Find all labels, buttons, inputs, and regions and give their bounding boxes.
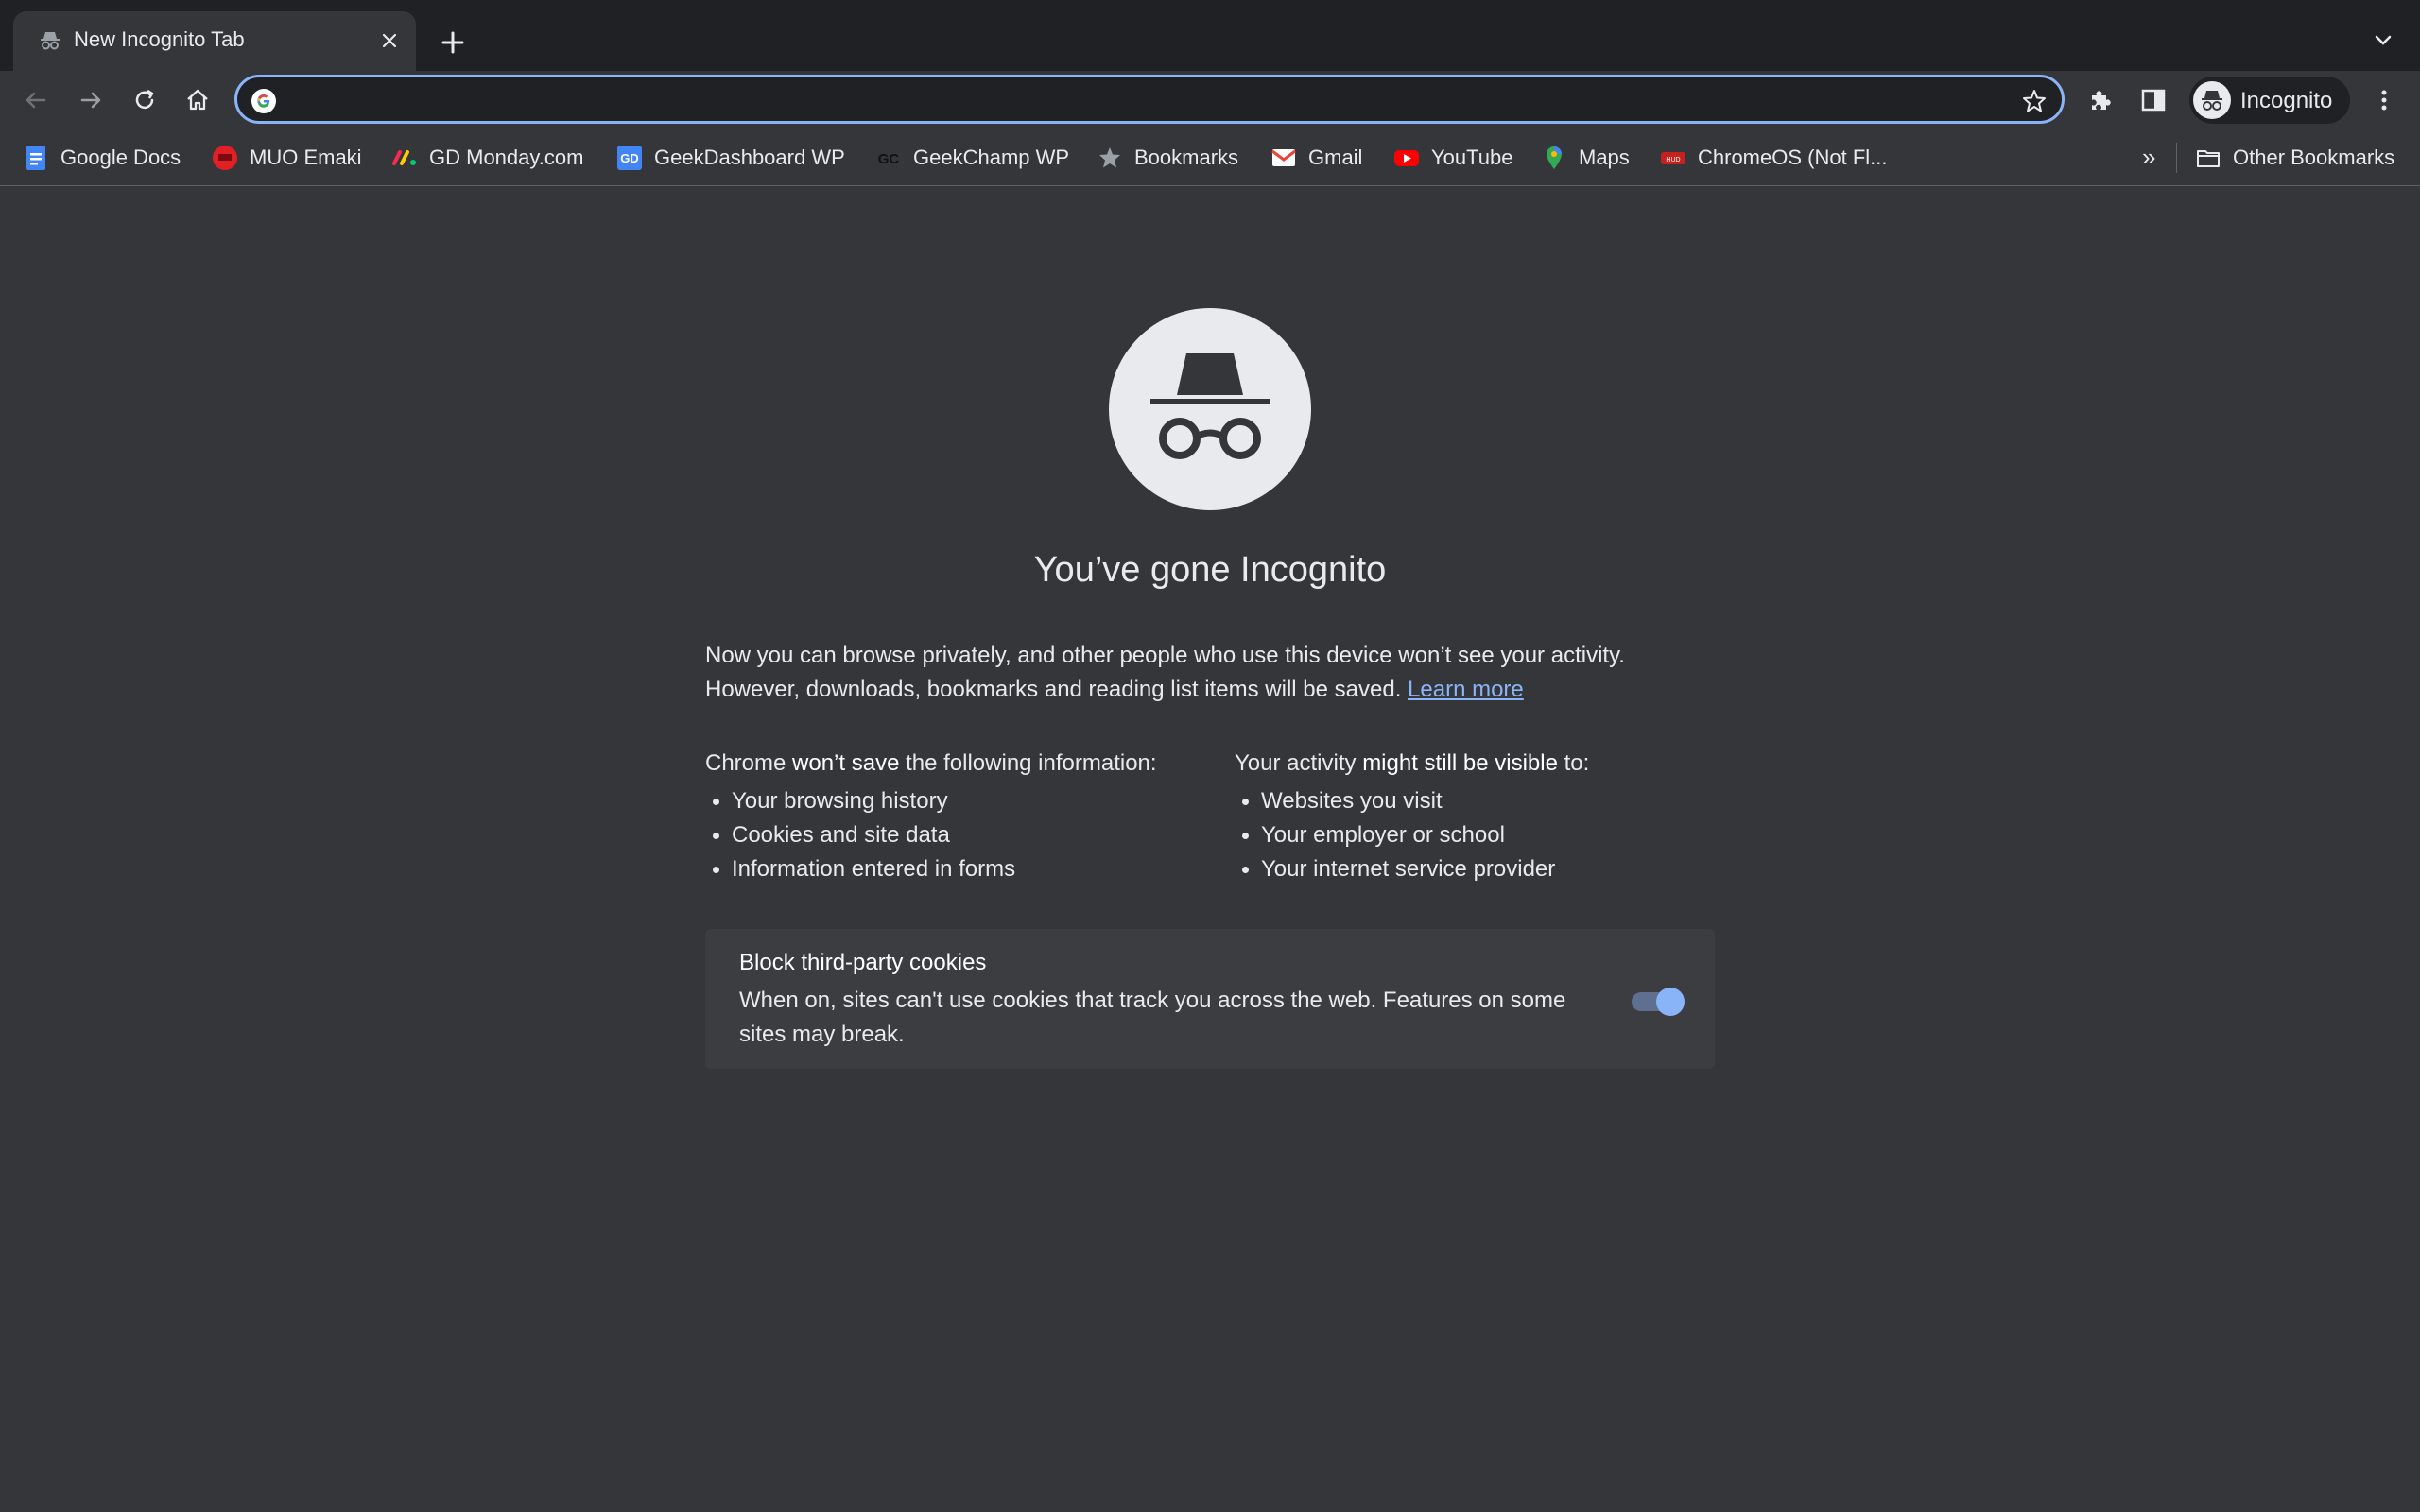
menu-button[interactable] <box>2363 79 2405 121</box>
reload-icon <box>135 89 154 110</box>
bookmarks-overflow-button[interactable]: » <box>2142 143 2155 172</box>
bookmark-geekchamp-wp[interactable]: GC GeekChamp WP <box>875 143 1069 173</box>
wont-save-list: Chrome won’t save the following informat… <box>705 747 1235 886</box>
forward-button[interactable] <box>70 79 112 121</box>
home-button[interactable] <box>177 79 218 121</box>
svg-text:HUD: HUD <box>1666 157 1680 163</box>
bookmark-muo-emaki[interactable]: MUO Emaki <box>212 143 362 173</box>
list-item: Cookies and site data <box>705 818 1235 852</box>
more-vert-icon <box>2381 90 2387 111</box>
gc-icon: GC <box>878 151 900 167</box>
monday-icon <box>392 150 416 165</box>
bookmark-chromeos[interactable]: HUD ChromeOS (Not Fl... <box>1660 143 1887 173</box>
page-title: You’ve gone Incognito <box>1033 550 1387 590</box>
incognito-page: You’ve gone Incognito Now you can browse… <box>0 187 2420 1512</box>
cookies-description: When on, sites can't use cookies that tr… <box>739 988 1566 1047</box>
other-bookmarks[interactable]: Other Bookmarks <box>2195 143 2394 173</box>
address-bar[interactable] <box>234 75 2065 124</box>
extensions-button[interactable] <box>2080 79 2121 121</box>
block-cookies-toggle[interactable] <box>1628 986 1685 1016</box>
intro-line-2: However, downloads, bookmarks and readin… <box>705 677 1524 702</box>
star-icon[interactable] <box>2020 87 2048 115</box>
side-panel-icon <box>2141 89 2166 112</box>
bookmark-gmail[interactable]: Gmail <box>1270 143 1362 173</box>
arrow-right-icon <box>80 92 101 109</box>
intro-paragraph: Now you can browse privately, and other … <box>705 639 1717 707</box>
incognito-icon <box>1150 353 1270 459</box>
wont-save-heading: Chrome won’t save the following informat… <box>705 750 1157 776</box>
toggle-knob <box>1656 988 1685 1016</box>
third-party-cookies-card: Block third-party cookies When on, sites… <box>705 929 1715 1069</box>
gmail-icon <box>1271 149 1296 166</box>
home-icon <box>187 89 208 111</box>
reload-button[interactable] <box>124 79 165 121</box>
toolbar: Incognito <box>0 71 2420 129</box>
svg-text:GC: GC <box>878 151 900 167</box>
close-icon[interactable] <box>378 29 401 52</box>
list-item: Your browsing history <box>705 784 1235 818</box>
gd-icon: GD <box>617 146 642 170</box>
list-item: Information entered in forms <box>705 852 1235 886</box>
cookies-title: Block third-party cookies <box>739 950 987 975</box>
chromeos-icon: HUD <box>1661 152 1685 164</box>
list-item: Your internet service provider <box>1235 852 1764 886</box>
still-visible-heading: Your activity might still be visible to: <box>1235 750 1590 776</box>
puzzle-icon <box>2092 91 2111 110</box>
side-panel-button[interactable] <box>2133 79 2174 121</box>
bookmark-bookmarks[interactable]: Bookmarks <box>1097 143 1238 173</box>
avatar <box>2193 81 2231 119</box>
bookmark-geekdashboard-wp[interactable]: GD GeekDashboard WP <box>616 143 845 173</box>
list-item: Websites you visit <box>1235 784 1764 818</box>
tab-title: New Incognito Tab <box>74 27 245 51</box>
arrow-left-icon <box>26 92 46 109</box>
profile-button[interactable]: Incognito <box>2189 77 2350 124</box>
chevron-down-icon[interactable] <box>2371 28 2395 53</box>
bookmark-youtube[interactable]: YouTube <box>1393 143 1512 173</box>
star-icon <box>1099 147 1120 168</box>
list-item: Your employer or school <box>1235 818 1764 852</box>
tab-new-incognito[interactable]: New Incognito Tab <box>13 11 416 71</box>
incognito-icon <box>2202 91 2222 111</box>
back-button[interactable] <box>15 79 57 121</box>
learn-more-link[interactable]: Learn more <box>1408 677 1524 702</box>
folder-icon <box>2197 150 2220 167</box>
new-tab-button[interactable] <box>437 26 469 59</box>
bookmark-maps[interactable]: Maps <box>1541 143 1630 173</box>
bookmarks-divider <box>2176 143 2177 173</box>
svg-text:GD: GD <box>620 151 639 165</box>
tab-strip: New Incognito Tab <box>0 0 2420 71</box>
intro-line-1: Now you can browse privately, and other … <box>705 643 1625 668</box>
incognito-logo <box>1109 308 1311 510</box>
incognito-icon <box>41 32 60 50</box>
google-docs-icon <box>26 146 45 170</box>
youtube-icon <box>1394 150 1419 166</box>
profile-label: Incognito <box>2240 88 2333 113</box>
bookmark-google-docs[interactable]: Google Docs <box>23 143 181 173</box>
bookmarks-bar: Google Docs MUO Emaki GD Monday.com GD G… <box>0 129 2420 186</box>
maps-icon <box>1547 146 1562 169</box>
still-visible-list: Your activity might still be visible to:… <box>1235 747 1764 886</box>
google-icon <box>251 89 276 113</box>
bookmark-gd-monday[interactable]: GD Monday.com <box>391 143 583 173</box>
omnibox-input[interactable] <box>286 83 1988 117</box>
muo-icon <box>213 146 237 170</box>
